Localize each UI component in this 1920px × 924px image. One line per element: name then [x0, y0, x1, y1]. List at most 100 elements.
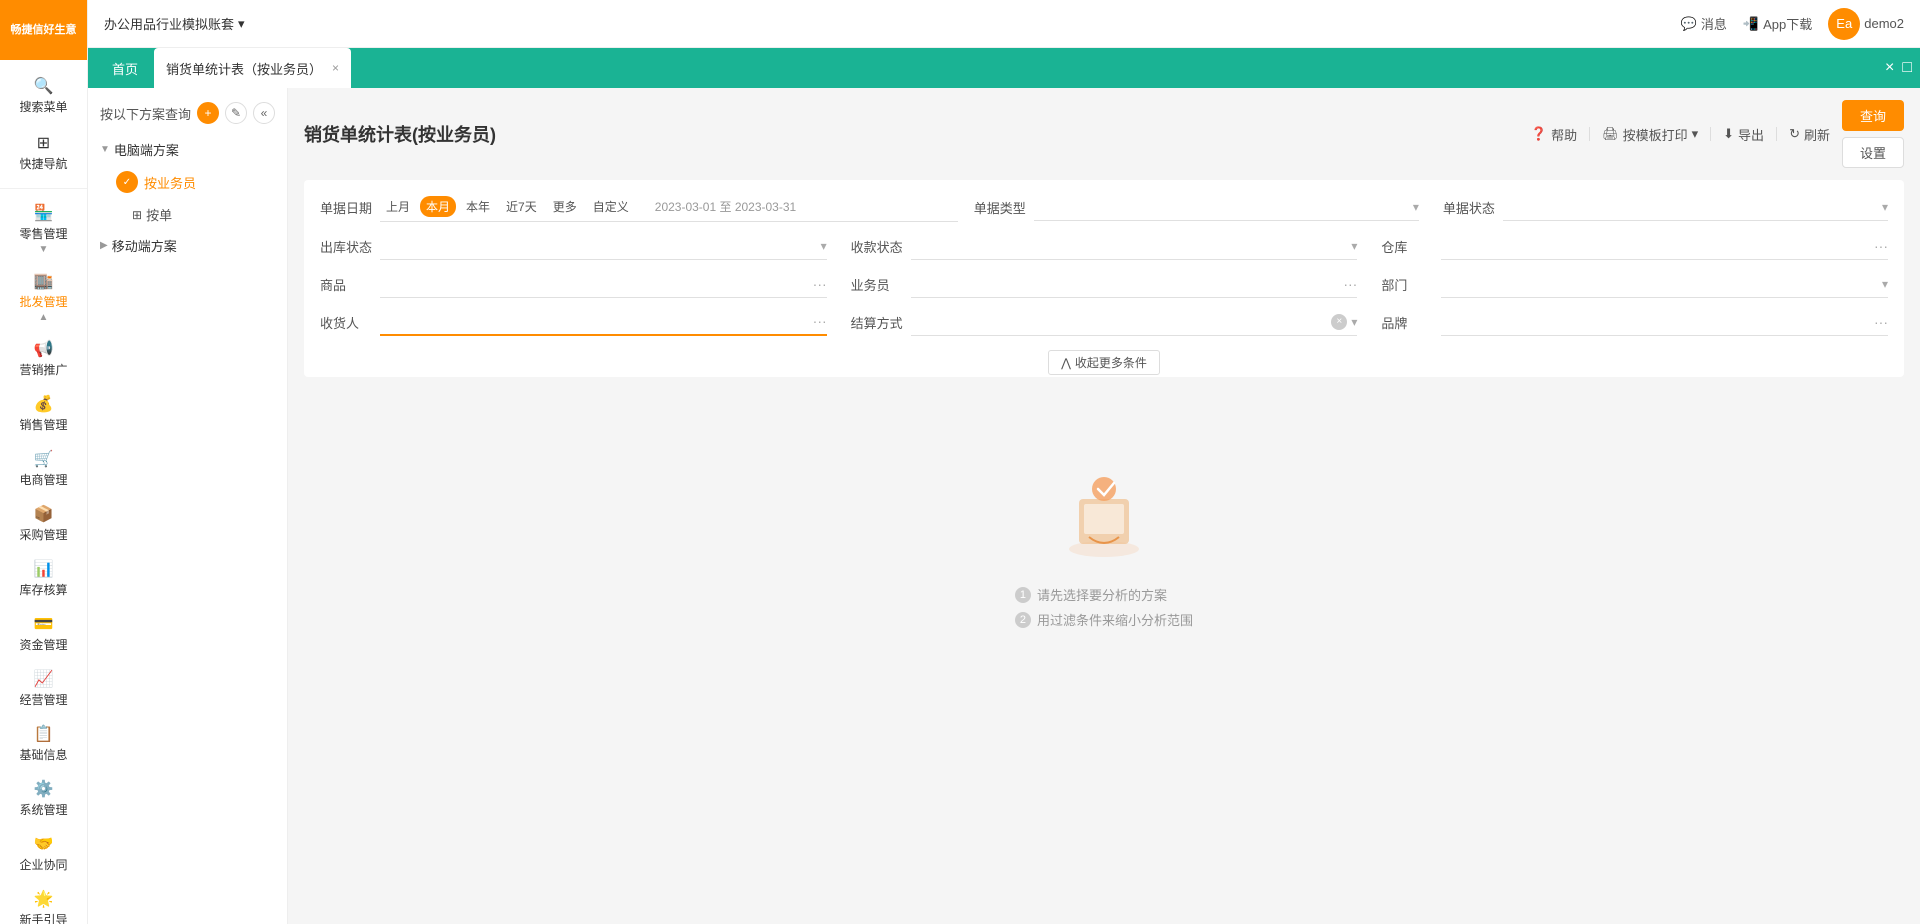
settings-button[interactable]: 设置	[1842, 137, 1904, 168]
brand-label: 品牌	[1381, 313, 1441, 332]
tree-grandchild-order[interactable]: ⊞ 按单	[88, 199, 287, 230]
inventory-icon: 📊	[34, 559, 54, 579]
outstatus-control[interactable]: ▾	[380, 232, 827, 260]
add-scheme-button[interactable]: +	[197, 102, 219, 124]
salesperson-control[interactable]: ···	[911, 270, 1358, 298]
tree-parent-mobile[interactable]: ▶ 移动端方案	[88, 230, 287, 261]
filter-row-3: 商品 ··· 业务员 ··· 部门 ▾	[320, 270, 1888, 298]
tab-bar: 首页 销货单统计表（按业务员） × × □	[88, 48, 1920, 88]
outstatus-label: 出库状态	[320, 237, 380, 256]
enterprise-icon: 🤝	[34, 834, 54, 854]
ecommerce-icon: 🛒	[34, 449, 54, 469]
goods-control[interactable]: ···	[380, 270, 827, 298]
help-button[interactable]: ❓ 帮助	[1531, 125, 1577, 144]
left-panel: 按以下方案查询 + ✎ « ▼ 电脑端方案	[88, 88, 288, 924]
collapse-panel-button[interactable]: «	[253, 102, 275, 124]
tip-num-2: 2	[1015, 612, 1031, 628]
message-icon: 💬	[1681, 16, 1697, 32]
date-tab-this-month[interactable]: 本月	[420, 196, 456, 217]
department-chevron-icon: ▾	[1882, 277, 1888, 291]
sidebar-item-operations[interactable]: 📈 经营管理	[0, 661, 87, 716]
warehouse-label: 仓库	[1381, 237, 1441, 256]
query-settings-btns: 查询 设置	[1842, 100, 1904, 168]
tab-active[interactable]: 销货单统计表（按业务员） ×	[154, 48, 351, 88]
brand-dots-icon[interactable]: ···	[1874, 314, 1888, 330]
department-control[interactable]: ▾	[1441, 270, 1888, 298]
sidebar-item-retail[interactable]: 🏪 零售管理 ▼	[0, 195, 87, 263]
tree-child-salesperson[interactable]: ✓ 按业务员	[88, 165, 287, 199]
sidebar-item-newbie[interactable]: 🌟 新手引导	[0, 881, 87, 924]
print-icon: 🖨	[1602, 126, 1619, 142]
tab-home[interactable]: 首页	[96, 48, 154, 88]
sidebar-item-wholesale[interactable]: 🏬 批发管理 ▲	[0, 263, 87, 331]
settlement-clear-icon[interactable]: ×	[1331, 314, 1347, 330]
date-tab-more[interactable]: 更多	[547, 196, 583, 217]
sidebar-item-search[interactable]: 🔍 搜索菜单	[6, 68, 81, 123]
order-icon: ⊞	[132, 208, 142, 222]
company-selector[interactable]: 办公用品行业模拟账套 ▾	[104, 14, 245, 33]
date-tab-custom[interactable]: 自定义	[587, 196, 635, 217]
settlement-label: 结算方式	[851, 313, 911, 332]
operations-icon: 📈	[34, 669, 54, 689]
sidebar-item-enterprise[interactable]: 🤝 企业协同	[0, 826, 87, 881]
dropdown-arrow-icon: ▾	[238, 16, 245, 32]
sidebar-item-marketing[interactable]: 📢 营销推广	[0, 331, 87, 386]
salesperson-dots-icon[interactable]: ···	[1343, 276, 1357, 292]
sidebar-item-system[interactable]: ⚙️ 系统管理	[0, 771, 87, 826]
goods-label: 商品	[320, 275, 380, 294]
date-tab-7days[interactable]: 近7天	[500, 196, 543, 217]
window-maximize-button[interactable]: □	[1902, 59, 1912, 77]
consignee-control[interactable]: ···	[380, 308, 827, 336]
sidebar-item-sales[interactable]: 💰 销售管理	[0, 386, 87, 441]
salesperson-label: 业务员	[851, 275, 911, 294]
date-tab-last-month[interactable]: 上月	[380, 196, 416, 217]
avatar: Ea	[1828, 8, 1860, 40]
user-menu[interactable]: Ea demo2	[1828, 8, 1904, 40]
export-button[interactable]: ⬇ 导出	[1723, 125, 1764, 144]
date-label: 单据日期	[320, 198, 380, 217]
empty-illustration	[1054, 469, 1154, 569]
tree-expand-icon: ▼	[100, 144, 110, 155]
date-range-display: 2023-03-01 至 2023-03-31	[655, 198, 796, 215]
sidebar-item-inventory[interactable]: 📊 库存核算	[0, 551, 87, 606]
brand-control[interactable]: ···	[1441, 308, 1888, 336]
goods-dots-icon[interactable]: ···	[813, 276, 827, 292]
tree-parent-pc[interactable]: ▼ 电脑端方案	[88, 134, 287, 165]
message-button[interactable]: 💬 消息	[1681, 14, 1727, 33]
header-left: 办公用品行业模拟账套 ▾	[104, 14, 245, 33]
warehouse-control[interactable]: ···	[1441, 232, 1888, 260]
sidebar-item-purchase[interactable]: 📦 采购管理	[0, 496, 87, 551]
refresh-button[interactable]: ↻ 刷新	[1789, 125, 1830, 144]
docstatus-label: 单据状态	[1443, 198, 1503, 217]
help-icon: ❓	[1531, 126, 1547, 142]
sidebar-item-basicinfo[interactable]: 📋 基础信息	[0, 716, 87, 771]
sidebar-item-quicknav[interactable]: ⊞ 快捷导航	[6, 125, 81, 180]
template-print-button[interactable]: 🖨 按模板打印 ▾	[1602, 125, 1698, 144]
paymentstatus-control[interactable]: ▾	[911, 232, 1358, 260]
consignee-dots-icon[interactable]: ···	[813, 313, 827, 329]
collapse-up-icon: ⋀	[1061, 356, 1071, 370]
docstatus-control[interactable]: ▾	[1503, 193, 1888, 221]
settlement-chevron-icon: ▾	[1351, 315, 1357, 329]
sidebar: 畅捷信好生意 🔍 搜索菜单 ⊞ 快捷导航 🏪 零售管理 ▼ 🏬 批发管理 ▲ 📢…	[0, 0, 88, 924]
purchase-icon: 📦	[34, 504, 54, 524]
date-tabs: 上月 本月 本年 近7天 更多 自定义	[380, 196, 635, 217]
doctype-control[interactable]: ▾	[1034, 193, 1419, 221]
tree-mobile-expand-icon: ▶	[100, 240, 108, 251]
doctype-label: 单据类型	[974, 198, 1034, 217]
tab-close-icon[interactable]: ×	[332, 61, 339, 75]
window-close-button[interactable]: ×	[1885, 59, 1894, 77]
settlement-control[interactable]: × ▾	[911, 308, 1358, 336]
app-download-button[interactable]: 📲 App下载	[1743, 14, 1812, 33]
active-indicator: ✓	[116, 171, 138, 193]
sidebar-item-finance[interactable]: 💳 资金管理	[0, 606, 87, 661]
docstatus-chevron-icon: ▾	[1882, 200, 1888, 214]
export-icon: ⬇	[1723, 126, 1734, 142]
warehouse-dots-icon[interactable]: ···	[1874, 238, 1888, 254]
sidebar-item-ecommerce[interactable]: 🛒 电商管理	[0, 441, 87, 496]
collapse-more-button[interactable]: ⋀ 收起更多条件	[1048, 350, 1160, 375]
date-tab-this-year[interactable]: 本年	[460, 196, 496, 217]
page-actions: ❓ 帮助 🖨 按模板打印 ▾ ⬇ 导出	[1531, 100, 1904, 168]
query-button[interactable]: 查询	[1842, 100, 1904, 131]
edit-scheme-button[interactable]: ✎	[225, 102, 247, 124]
